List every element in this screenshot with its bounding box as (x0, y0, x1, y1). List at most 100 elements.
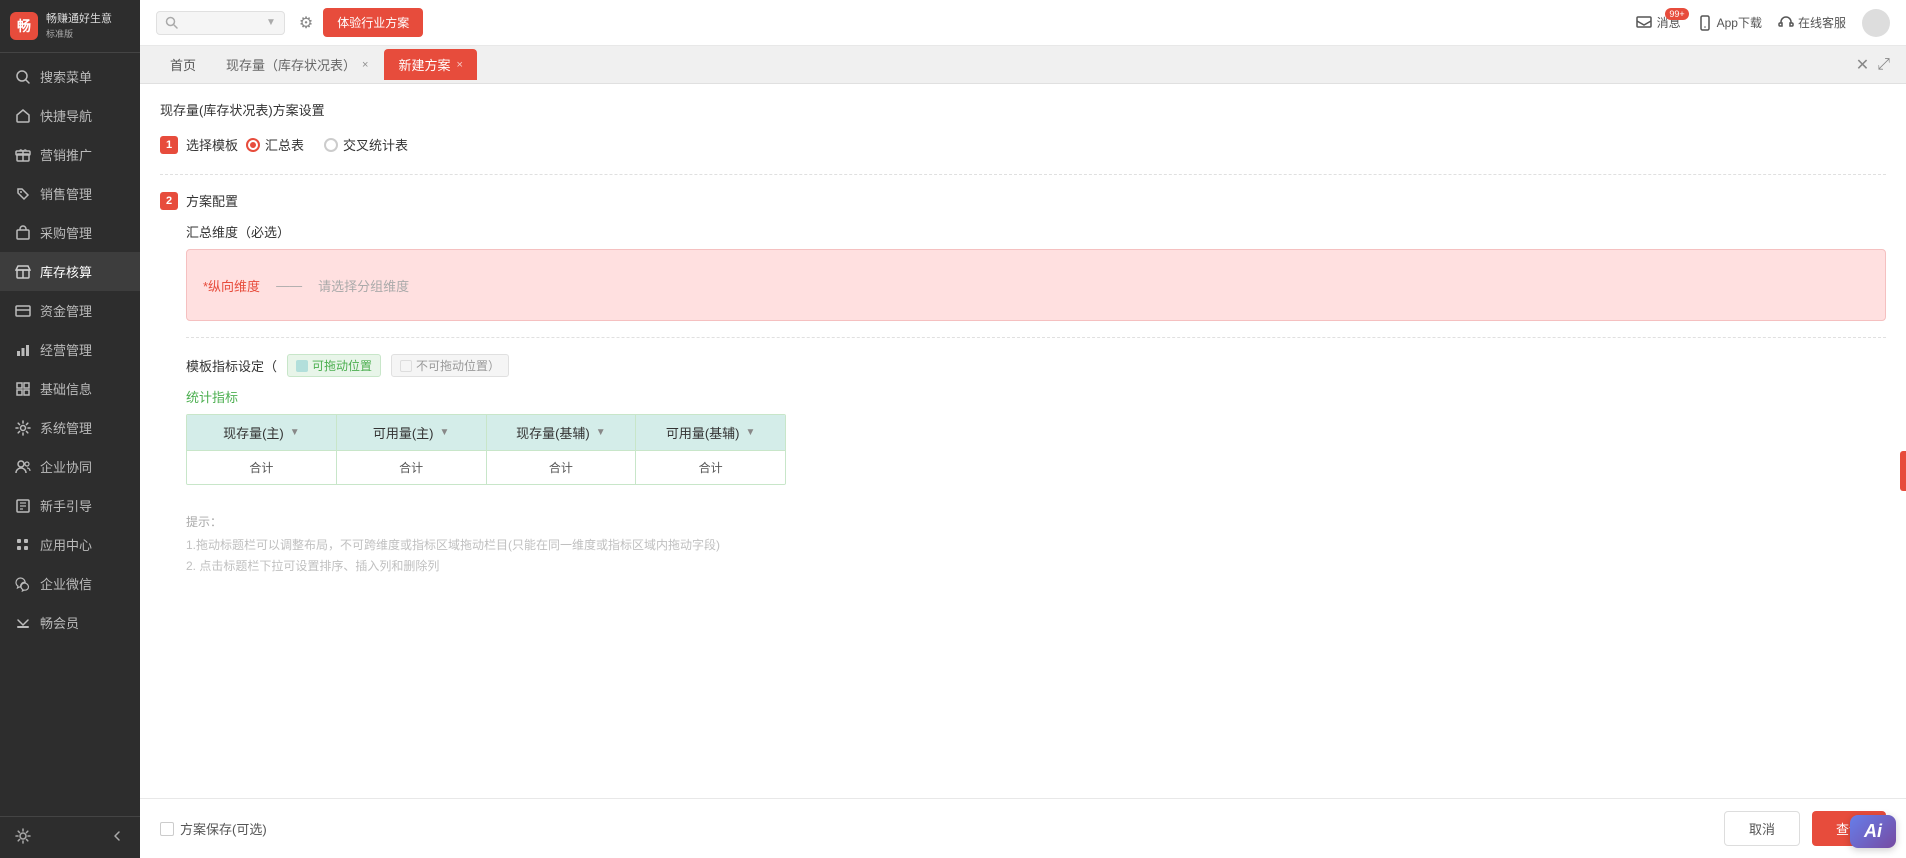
stats-col-1-header[interactable]: 可用量(主) ▼ (337, 415, 486, 451)
tab-inventory[interactable]: 现存量（库存状况表） × (212, 49, 382, 80)
radio-cross-label: 交叉统计表 (343, 135, 408, 154)
sidebar-item-inventory[interactable]: 库存核算 (0, 252, 140, 291)
sidebar-item-system[interactable]: 系统管理 (0, 408, 140, 447)
section-1-header: 1 选择模板 汇总表 交叉统计表 (160, 135, 1886, 154)
card-icon (14, 302, 32, 320)
save-checkbox[interactable] (160, 822, 174, 836)
radio-summary-label: 汇总表 (265, 135, 304, 154)
tab-inventory-label: 现存量（库存状况表） (226, 55, 356, 74)
sidebar-item-sales[interactable]: 销售管理 (0, 174, 140, 213)
app-edition: 标准版 (46, 27, 112, 40)
sidebar-item-finance[interactable]: 资金管理 (0, 291, 140, 330)
dimension-label: 汇总维度（必选） (186, 222, 1886, 241)
sidebar-item-marketing[interactable]: 营销推广 (0, 135, 140, 174)
user-avatar-button[interactable] (1862, 9, 1890, 37)
tabbar: 首页 现存量（库存状况表） × 新建方案 × ✕ ⤢ (140, 46, 1906, 84)
phone-icon (1697, 15, 1713, 31)
stats-col-1-header-label: 可用量(主) (373, 423, 434, 442)
tab-inventory-close-icon[interactable]: × (362, 59, 368, 71)
sidebar-item-guide[interactable]: 新手引导 (0, 486, 140, 525)
gift-icon (14, 146, 32, 164)
sidebar-item-member[interactable]: 畅会员 (0, 603, 140, 642)
logo-icon: 畅 (10, 12, 38, 40)
sidebar-item-purchase[interactable]: 采购管理 (0, 213, 140, 252)
dimension-box[interactable]: *纵向维度 —— 请选择分组维度 (186, 249, 1886, 321)
sidebar-item-wechat[interactable]: 企业微信 (0, 564, 140, 603)
settings-icon[interactable] (14, 827, 32, 848)
sidebar-item-management[interactable]: 经营管理 (0, 330, 140, 369)
sidebar-item-basic[interactable]: 基础信息 (0, 369, 140, 408)
close-window-icon[interactable]: ✕ (1856, 55, 1869, 75)
sidebar-item-label: 企业协同 (40, 457, 92, 476)
indicator-separator: 不可拖动位置） (416, 357, 500, 374)
avatar (1862, 9, 1890, 37)
sidebar-item-label: 新手引导 (40, 496, 92, 515)
indicator-settings: 模板指标设定（ 可拖动位置 不可拖动位置） (186, 354, 1886, 377)
stats-col-0-header[interactable]: 现存量(主) ▼ (187, 415, 336, 451)
collapse-icon[interactable] (108, 827, 126, 848)
sidebar-item-search[interactable]: 搜索菜单 (0, 57, 140, 96)
stats-col-0-dropdown-icon[interactable]: ▼ (290, 427, 300, 438)
sidebar-item-apps[interactable]: 应用中心 (0, 525, 140, 564)
search-icon (165, 16, 178, 29)
radio-summary-circle (246, 138, 260, 152)
expand-window-icon[interactable]: ⤢ (1877, 56, 1890, 74)
save-option[interactable]: 方案保存(可选) (160, 819, 267, 838)
draggable-swatch (296, 360, 308, 372)
sidebar-item-label: 搜索菜单 (40, 67, 92, 86)
trial-button[interactable]: 体验行业方案 (323, 8, 423, 37)
gear-icon (14, 419, 32, 437)
stats-col-3-header[interactable]: 可用量(基辅) ▼ (636, 415, 785, 451)
stats-col-1-dropdown-icon[interactable]: ▼ (440, 427, 450, 438)
radio-summary[interactable]: 汇总表 (246, 135, 304, 154)
sidebar-item-label: 企业微信 (40, 574, 92, 593)
topbar-search-box[interactable]: ▼ (156, 11, 285, 35)
sidebar-item-enterprise[interactable]: 企业协同 (0, 447, 140, 486)
radio-cross-circle (324, 138, 338, 152)
tab-new-plan[interactable]: 新建方案 × (384, 49, 476, 80)
section-2-num: 2 (160, 192, 178, 210)
dim-dash: —— (276, 278, 302, 293)
stats-col-0: 现存量(主) ▼ 合计 (187, 415, 337, 484)
tab-new-plan-label: 新建方案 (398, 55, 450, 74)
stats-col-3-body: 合计 (636, 451, 785, 484)
sidebar-item-shortcut[interactable]: 快捷导航 (0, 96, 140, 135)
search-input[interactable] (182, 16, 262, 30)
sidebar-item-label: 畅会员 (40, 613, 79, 632)
stats-col-3-dropdown-icon[interactable]: ▼ (746, 427, 756, 438)
stats-section-label: 统计指标 (186, 387, 1886, 406)
stats-col-2-dropdown-icon[interactable]: ▼ (596, 427, 606, 438)
search-dropdown-icon[interactable]: ▼ (266, 17, 276, 28)
ai-badge[interactable]: Ai (1850, 815, 1896, 848)
stats-col-2-header-label: 现存量(基辅) (516, 423, 590, 442)
section-1: 1 选择模板 汇总表 交叉统计表 (160, 135, 1886, 154)
radio-cross[interactable]: 交叉统计表 (324, 135, 408, 154)
section-2: 2 方案配置 汇总维度（必选） *纵向维度 —— 请选择分组维度 模板指标设定（ (160, 191, 1886, 590)
hint-item-1-text: 2. 点击标题栏下拉可设置排序、插入列和删除列 (186, 557, 439, 574)
hint-title: 提示： (186, 513, 1886, 530)
tab-home-label: 首页 (170, 55, 196, 74)
sidebar-item-label: 销售管理 (40, 184, 92, 203)
indicator-draggable-label: 可拖动位置 (312, 357, 372, 374)
stats-col-0-header-label: 现存量(主) (223, 423, 284, 442)
sidebar-item-label: 应用中心 (40, 535, 92, 554)
sidebar-item-label: 营销推广 (40, 145, 92, 164)
message-button[interactable]: 消息 99+ (1635, 14, 1681, 32)
stats-col-1: 可用量(主) ▼ 合计 (337, 415, 487, 484)
window-controls: ✕ ⤢ (1856, 55, 1890, 75)
right-edge-handle[interactable] (1900, 451, 1906, 491)
settings-button[interactable]: ⚙ (299, 13, 313, 33)
app-download-button[interactable]: App下载 (1697, 14, 1762, 31)
apps-icon (14, 536, 32, 554)
template-radio-group: 汇总表 交叉统计表 (246, 135, 408, 154)
cancel-button[interactable]: 取消 (1724, 811, 1800, 846)
stats-col-2-header[interactable]: 现存量(基辅) ▼ (487, 415, 636, 451)
sidebar-item-label: 资金管理 (40, 301, 92, 320)
content-area: 现存量(库存状况表)方案设置 1 选择模板 汇总表 交叉统计表 (140, 84, 1906, 798)
online-service-button[interactable]: 在线客服 (1778, 14, 1846, 31)
tab-home[interactable]: 首页 (156, 49, 210, 80)
hint-item-1: 2. 点击标题栏下拉可设置排序、插入列和删除列 (186, 557, 1886, 574)
home-icon (14, 107, 32, 125)
app-download-label: App下载 (1717, 14, 1762, 31)
tab-new-plan-close-icon[interactable]: × (456, 59, 462, 71)
